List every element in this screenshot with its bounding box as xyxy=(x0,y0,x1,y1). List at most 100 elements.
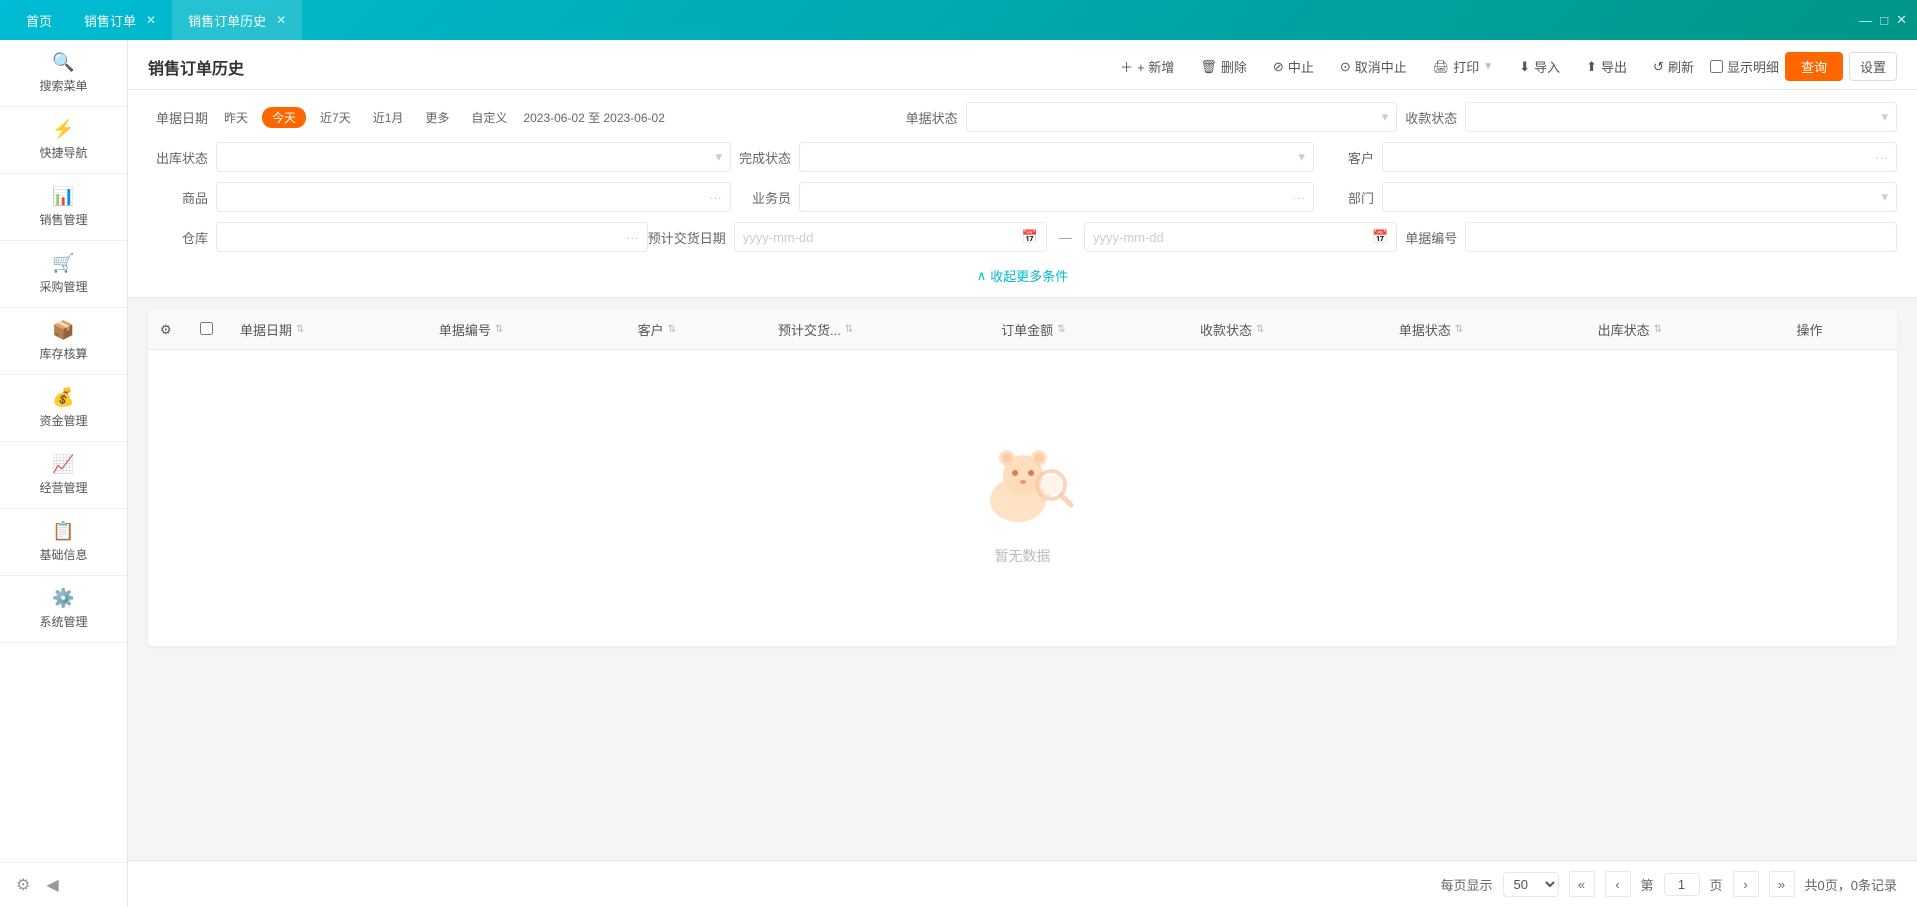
next-page-button[interactable]: › xyxy=(1733,871,1759,897)
date-btn-7days[interactable]: 近7天 xyxy=(312,107,359,128)
filter-row-1: 单据日期 昨天 今天 近7天 近1月 更多 自定义 2023-06-02 至 2… xyxy=(148,102,1897,132)
sidebar-collapse-icon[interactable]: ◀ xyxy=(46,875,58,895)
sidebar-item-biz-mgmt[interactable]: 📈 经营管理 xyxy=(0,442,127,509)
filter-customer: 客户 ··· xyxy=(1314,142,1897,172)
pagination-summary: 共0页，0条记录 xyxy=(1805,875,1897,894)
tab-sales-order-history-close[interactable]: ✕ xyxy=(276,13,286,27)
delivery-date-from-control[interactable]: yyyy-mm-dd 📅 xyxy=(734,222,1047,252)
th-order-amount[interactable]: 订单金额 xyxy=(989,310,1188,350)
department-control[interactable]: ▾ xyxy=(1382,182,1897,212)
collapse-label: 收起更多条件 xyxy=(990,266,1068,285)
sidebar-settings-icon[interactable]: ⚙ xyxy=(16,875,30,895)
import-label: 导入 xyxy=(1534,57,1560,76)
stop-button[interactable]: ⊘ 中止 xyxy=(1263,52,1324,81)
maximize-icon[interactable]: □ xyxy=(1880,13,1888,28)
export-button[interactable]: ⬆ 导出 xyxy=(1576,52,1637,81)
th-order-date[interactable]: 单据日期 xyxy=(228,310,427,350)
sidebar-item-sales-mgmt[interactable]: 📊 销售管理 xyxy=(0,174,127,241)
expected-delivery-sort[interactable]: 预计交货... xyxy=(778,320,977,339)
th-payment-status[interactable]: 收款状态 xyxy=(1188,310,1387,350)
order-status-control[interactable]: ▾ xyxy=(966,102,1398,132)
per-page-select[interactable]: 50 10 20 100 xyxy=(1503,872,1559,897)
print-button[interactable]: 🖨 打印 ▼ xyxy=(1423,52,1503,81)
refresh-icon: ↺ xyxy=(1653,59,1664,75)
delivery-status-control[interactable]: ▾ xyxy=(216,142,731,172)
refresh-button[interactable]: ↺ 刷新 xyxy=(1643,52,1704,81)
salesperson-control[interactable]: ··· xyxy=(799,182,1314,212)
import-button[interactable]: ⬇ 导入 xyxy=(1509,52,1570,81)
delivery-date-to-control[interactable]: yyyy-mm-dd 📅 xyxy=(1084,222,1397,252)
sidebar-item-fund-mgmt[interactable]: 💰 资金管理 xyxy=(0,375,127,442)
show-detail-checkbox[interactable] xyxy=(1710,60,1723,73)
order-no-sort[interactable]: 单据编号 xyxy=(439,320,614,339)
complete-status-control[interactable]: ▾ xyxy=(799,142,1314,172)
sidebar-item-basic-info[interactable]: 📋 基础信息 xyxy=(0,509,127,576)
table-settings-icon[interactable]: ⚙ xyxy=(160,322,172,337)
warehouse-control[interactable]: ··· xyxy=(216,222,648,252)
sidebar-item-sys-mgmt[interactable]: ⚙️ 系统管理 xyxy=(0,576,127,643)
prev-page-icon: ‹ xyxy=(1615,877,1619,892)
settings-button[interactable]: 设置 xyxy=(1849,52,1897,81)
th-settings[interactable]: ⚙ xyxy=(148,310,188,350)
show-detail-checkbox-label[interactable]: 显示明细 xyxy=(1710,57,1779,76)
delivery-status-sort[interactable]: 出库状态 xyxy=(1598,320,1773,339)
delivery-date-from: yyyy-mm-dd xyxy=(743,230,814,245)
th-delivery-status[interactable]: 出库状态 xyxy=(1586,310,1785,350)
query-button[interactable]: 查询 xyxy=(1785,52,1843,81)
refresh-label: 刷新 xyxy=(1668,57,1694,76)
tab-sales-order-close[interactable]: ✕ xyxy=(146,13,156,27)
cancel-stop-button[interactable]: ⊙ 取消中止 xyxy=(1330,52,1417,81)
date-btn-custom[interactable]: 自定义 xyxy=(463,107,515,128)
sidebar-item-sys-mgmt-label: 系统管理 xyxy=(39,613,87,630)
tab-sales-order-history[interactable]: 销售订单历史 ✕ xyxy=(172,0,302,40)
calendar-to-icon[interactable]: 📅 xyxy=(1372,229,1388,245)
order-status-sort[interactable]: 单据状态 xyxy=(1399,320,1574,339)
department-arrow-icon: ▾ xyxy=(1881,189,1888,205)
date-btn-yesterday[interactable]: 昨天 xyxy=(216,107,256,128)
prev-page-button[interactable]: ‹ xyxy=(1605,871,1631,897)
delete-button[interactable]: 🗑 删除 xyxy=(1190,52,1257,81)
first-page-button[interactable]: « xyxy=(1569,871,1595,897)
product-control[interactable]: ··· xyxy=(216,182,731,212)
order-number-control[interactable] xyxy=(1465,222,1897,252)
sidebar-item-purchase-mgmt[interactable]: 🛒 采购管理 xyxy=(0,241,127,308)
sidebar-item-search-menu[interactable]: 🔍 搜索菜单 xyxy=(0,40,127,107)
data-table: ⚙ 单据日期 单据编号 客户 xyxy=(148,310,1897,646)
th-order-no[interactable]: 单据编号 xyxy=(427,310,626,350)
toolbar: ＋ + 新增 🗑 删除 ⊘ 中止 ⊙ 取消中止 🖨 打印 xyxy=(1110,52,1897,81)
minimize-icon[interactable]: — xyxy=(1859,13,1872,28)
payment-status-sort[interactable]: 收款状态 xyxy=(1200,320,1375,339)
order-date-sort[interactable]: 单据日期 xyxy=(240,320,415,339)
th-operation: 操作 xyxy=(1784,310,1897,350)
tab-sales-order[interactable]: 销售订单 ✕ xyxy=(68,0,172,40)
last-page-button[interactable]: » xyxy=(1769,871,1795,897)
th-customer[interactable]: 客户 xyxy=(626,310,766,350)
sidebar-item-inventory-calc[interactable]: 📦 库存核算 xyxy=(0,308,127,375)
date-btn-more[interactable]: 更多 xyxy=(417,107,457,128)
per-page-label: 每页显示 xyxy=(1440,875,1492,894)
filter-delivery-status: 出库状态 ▾ xyxy=(148,142,731,172)
tab-home[interactable]: 首页 xyxy=(10,0,68,40)
payment-status-control[interactable]: ▾ xyxy=(1465,102,1897,132)
collapse-row[interactable]: ∧ 收起更多条件 xyxy=(148,262,1897,285)
fund-mgmt-icon: 💰 xyxy=(52,387,74,408)
th-expected-delivery[interactable]: 预计交货... xyxy=(766,310,989,350)
page-input[interactable] xyxy=(1664,873,1700,896)
th-checkbox[interactable] xyxy=(188,310,228,350)
payment-status-arrow-icon: ▾ xyxy=(1881,109,1888,125)
sidebar-item-quick-nav[interactable]: ⚡ 快捷导航 xyxy=(0,107,127,174)
sidebar-item-basic-info-label: 基础信息 xyxy=(39,546,87,563)
new-button[interactable]: ＋ + 新增 xyxy=(1110,52,1184,81)
date-filter-label: 单据日期 xyxy=(148,108,208,127)
th-order-status[interactable]: 单据状态 xyxy=(1387,310,1586,350)
close-icon[interactable]: ✕ xyxy=(1896,12,1907,28)
date-btn-today[interactable]: 今天 xyxy=(262,107,306,128)
calendar-from-icon[interactable]: 📅 xyxy=(1022,229,1038,245)
date-btn-1month[interactable]: 近1月 xyxy=(365,107,412,128)
customer-sort[interactable]: 客户 xyxy=(638,320,754,339)
order-status-label: 单据状态 xyxy=(898,108,958,127)
date-filter-buttons: 昨天 今天 近7天 近1月 更多 自定义 xyxy=(216,107,515,128)
select-all-checkbox[interactable] xyxy=(200,322,213,335)
order-amount-sort[interactable]: 订单金额 xyxy=(1001,320,1176,339)
customer-control[interactable]: ··· xyxy=(1382,142,1897,172)
